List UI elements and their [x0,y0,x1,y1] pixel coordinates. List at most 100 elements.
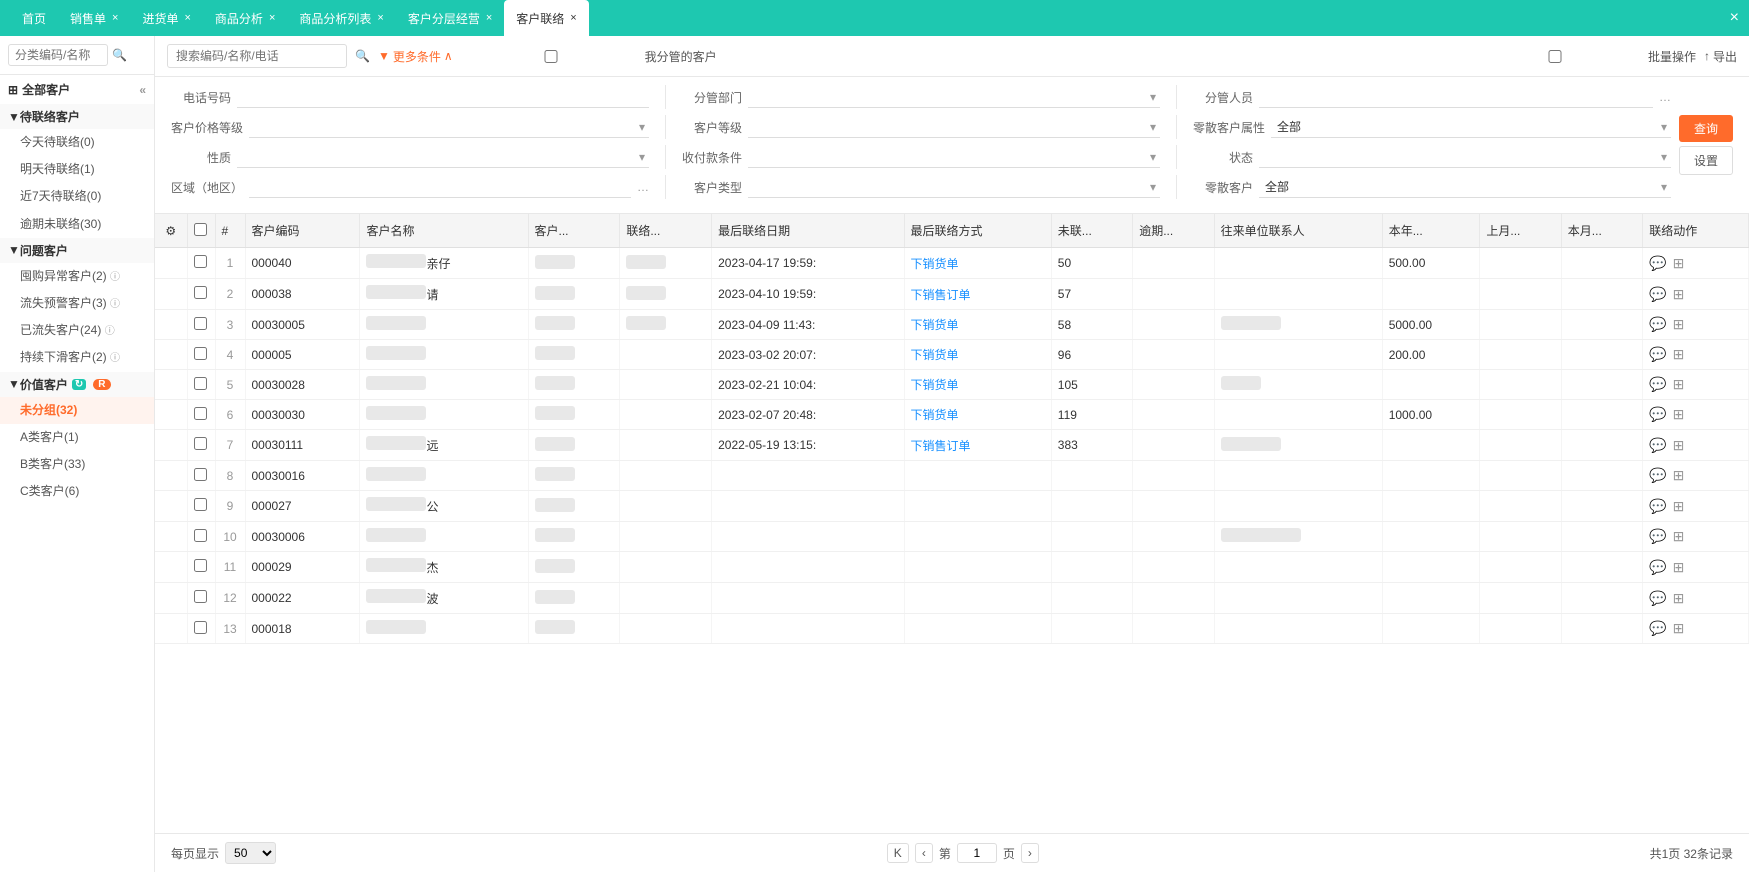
sidebar-item-ungrouped[interactable]: 未分组(32) [0,397,154,424]
tab-purchase[interactable]: 进货单 × [130,0,202,36]
contact-method-link[interactable]: 下销货单 [911,408,959,422]
first-page-btn[interactable]: K [887,843,909,863]
grid-action-icon[interactable]: ⊞ [1673,346,1685,363]
search-input[interactable] [167,44,347,68]
row-checkbox[interactable] [187,552,215,583]
close-product-analysis-list-tab[interactable]: × [377,12,383,24]
chat-icon[interactable]: 💬 [1649,255,1666,272]
my-customers-checkbox[interactable] [461,50,641,63]
contact-method-link[interactable]: 下销货单 [911,378,959,392]
batch-ops-checkbox[interactable] [1465,50,1645,63]
sidebar-item-overdue[interactable]: 逾期未联络(30) [0,211,154,238]
grid-action-icon[interactable]: ⊞ [1673,590,1685,607]
sidebar-group-pending[interactable]: ▼ 待联络客户 [0,104,154,129]
grid-action-icon[interactable]: ⊞ [1673,467,1685,484]
grid-action-icon[interactable]: ⊞ [1673,528,1685,545]
more-icon[interactable]: … [1659,90,1671,104]
export-btn[interactable]: ↑ 导出 [1704,48,1737,65]
close-sales-tab[interactable]: × [112,12,118,24]
chat-icon[interactable]: 💬 [1649,590,1666,607]
price-grade-select[interactable] [249,117,649,138]
tab-customer-contact[interactable]: 客户联络 × [504,0,588,36]
row-checkbox[interactable] [187,522,215,552]
chat-icon[interactable]: 💬 [1649,498,1666,515]
sidebar-all-customers[interactable]: ⊞ 全部客户 « [0,75,154,104]
region-input[interactable] [249,177,631,198]
tab-sales[interactable]: 销售单 × [58,0,130,36]
grid-action-icon[interactable]: ⊞ [1673,255,1685,272]
my-customers-checkbox-area[interactable]: 我分管的客户 [461,48,717,65]
grid-action-icon[interactable]: ⊞ [1673,406,1685,423]
row-checkbox[interactable] [187,583,215,614]
sidebar-group-value[interactable]: ▼ 价值客户 ↻ R [0,372,154,397]
grid-action-icon[interactable]: ⊞ [1673,498,1685,515]
row-checkbox[interactable] [187,461,215,491]
sidebar-item-class-a[interactable]: A类客户(1) [0,424,154,451]
batch-ops-btn[interactable]: 批量操作 [1465,48,1696,65]
grid-action-icon[interactable]: ⊞ [1673,376,1685,393]
close-customer-segment-tab[interactable]: × [486,12,492,24]
contact-method-link[interactable]: 下销货单 [911,318,959,332]
chat-icon[interactable]: 💬 [1649,437,1666,454]
category-search-input[interactable] [8,44,108,66]
col-settings[interactable]: ⚙ [155,214,187,248]
grid-action-icon[interactable]: ⊞ [1673,316,1685,333]
sidebar-item-churned[interactable]: 已流失客户(24) ⓘ [0,317,154,344]
sidebar-item-tomorrow[interactable]: 明天待联络(1) [0,156,154,183]
row-checkbox[interactable] [187,310,215,340]
grid-action-icon[interactable]: ⊞ [1673,437,1685,454]
close-purchase-tab[interactable]: × [184,12,190,24]
sidebar-item-churn-warning[interactable]: 流失预警客户(3) ⓘ [0,290,154,317]
row-checkbox[interactable] [187,370,215,400]
sidebar-item-declining[interactable]: 持续下滑客户(2) ⓘ [0,344,154,371]
chat-icon[interactable]: 💬 [1649,406,1666,423]
close-product-analysis-tab[interactable]: × [269,12,275,24]
grid-action-icon[interactable]: ⊞ [1673,559,1685,576]
row-checkbox[interactable] [187,491,215,522]
page-input[interactable] [957,843,997,863]
chat-icon[interactable]: 💬 [1649,467,1666,484]
chat-icon[interactable]: 💬 [1649,528,1666,545]
payment-select[interactable] [748,147,1160,168]
chat-icon[interactable]: 💬 [1649,620,1666,637]
retail-customer-select[interactable]: 全部 [1259,177,1671,198]
contact-method-link[interactable]: 下销货单 [911,257,959,271]
sidebar-item-abnormal[interactable]: 囤购异常客户(2) ⓘ [0,263,154,290]
sidebar-item-class-b[interactable]: B类客户(33) [0,451,154,478]
close-customer-contact-tab[interactable]: × [570,12,576,24]
status-select[interactable] [1259,147,1671,168]
contact-method-link[interactable]: 下销售订单 [911,439,971,453]
retail-attr-select[interactable]: 全部 [1271,117,1671,138]
tab-customer-segment[interactable]: 客户分层经营 × [396,0,504,36]
row-checkbox[interactable] [187,340,215,370]
row-checkbox[interactable] [187,248,215,279]
grid-action-icon[interactable]: ⊞ [1673,286,1685,303]
dept-select[interactable] [748,87,1160,108]
next-page-btn[interactable]: › [1021,843,1039,863]
customer-grade-select[interactable] [748,117,1160,138]
phone-input[interactable] [237,87,649,108]
refresh-icon[interactable]: ↻ [72,379,86,390]
sidebar-item-today[interactable]: 今天待联络(0) [0,129,154,156]
nature-select[interactable] [237,147,649,168]
tab-product-analysis[interactable]: 商品分析 × [203,0,287,36]
contact-method-link[interactable]: 下销售订单 [911,288,971,302]
region-more-icon[interactable]: … [637,180,649,194]
reset-button[interactable]: 设置 [1679,146,1733,175]
grid-action-icon[interactable]: ⊞ [1673,620,1685,637]
sidebar-item-class-c[interactable]: C类客户(6) [0,478,154,505]
chat-icon[interactable]: 💬 [1649,346,1666,363]
customer-type-select[interactable] [748,177,1160,198]
prev-page-btn[interactable]: ‹ [915,843,933,863]
search-icon[interactable]: 🔍 [355,49,370,63]
sidebar-collapse-icon[interactable]: « [139,83,146,97]
row-checkbox[interactable] [187,400,215,430]
sidebar-search-icon[interactable]: 🔍 [112,48,127,62]
query-button[interactable]: 查询 [1679,115,1733,142]
chat-icon[interactable]: 💬 [1649,559,1666,576]
tab-home[interactable]: 首页 [10,0,58,36]
sidebar-item-7days[interactable]: 近7天待联络(0) [0,183,154,210]
tab-product-analysis-list[interactable]: 商品分析列表 × [287,0,395,36]
close-all-tabs[interactable]: × [1730,9,1739,27]
select-all-checkbox[interactable] [194,223,207,236]
